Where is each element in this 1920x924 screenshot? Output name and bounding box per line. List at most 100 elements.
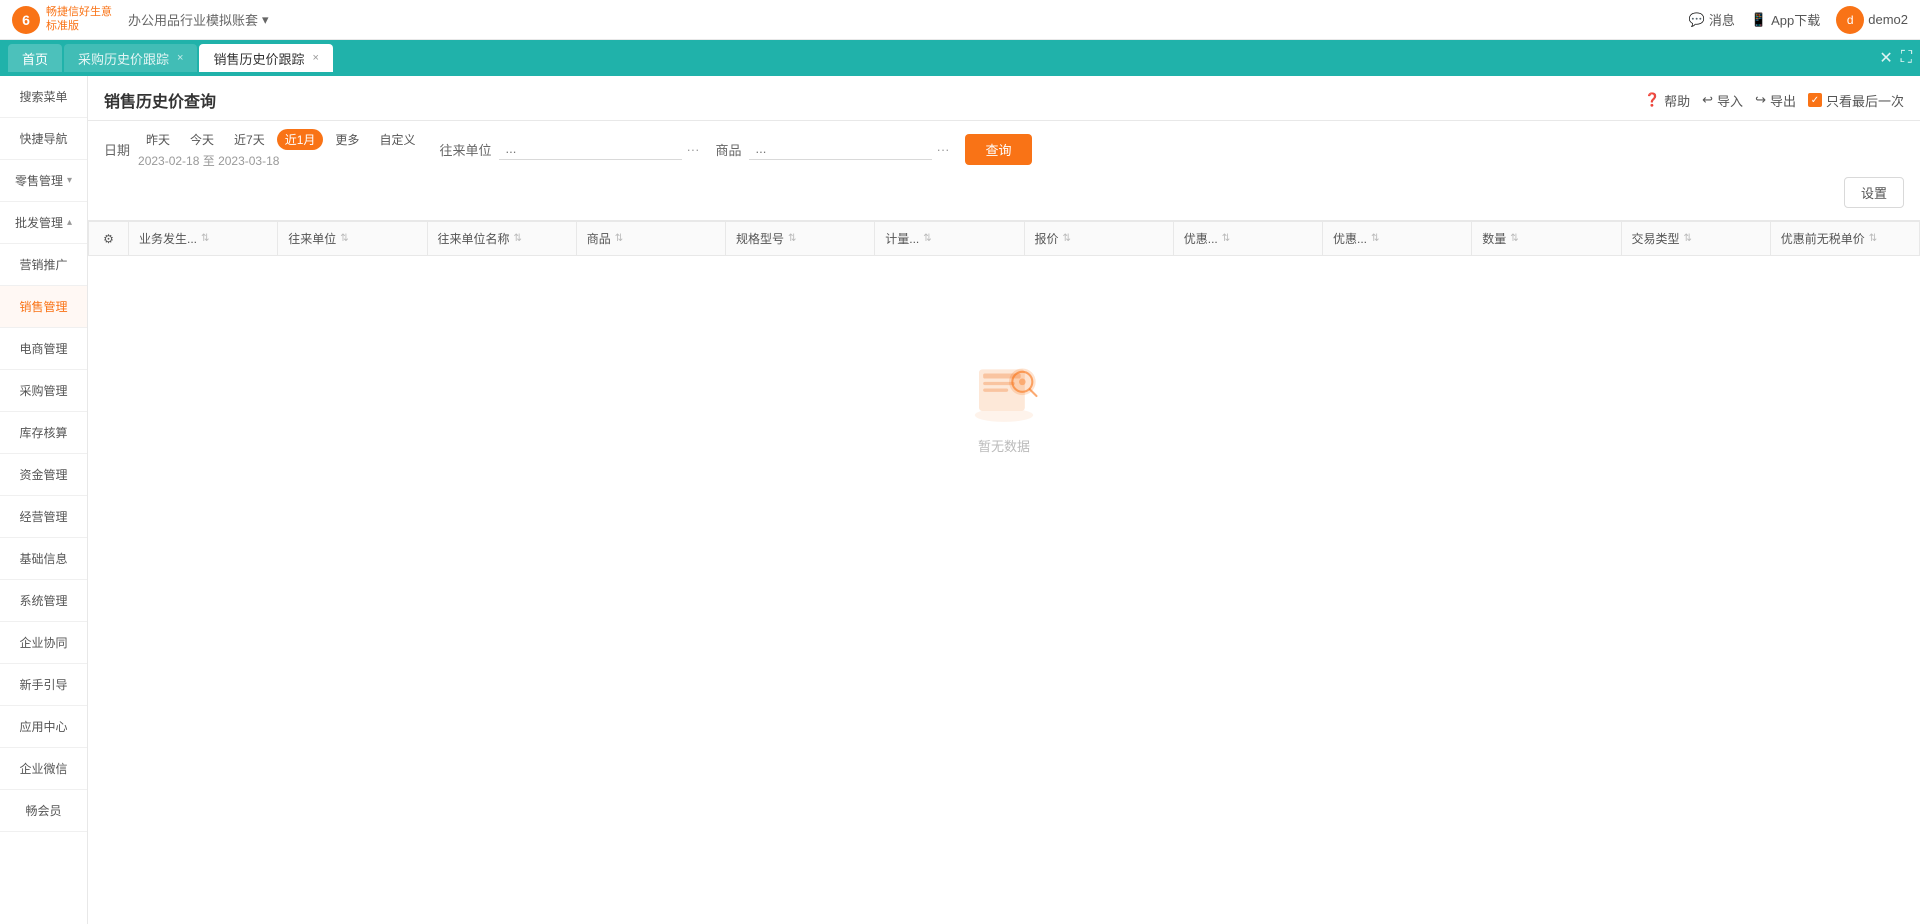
sidebar-item-sales[interactable]: 销售管理 bbox=[0, 286, 87, 328]
th-unit[interactable]: 计量...⇅ bbox=[875, 222, 1024, 256]
sidebar-item-member[interactable]: 畅会员 bbox=[0, 790, 87, 832]
content-area: 销售历史价查询 ❓ 帮助 ↩ 导入 ↪ 导出 ✓ 只看最后一次 bbox=[88, 76, 1920, 924]
th-quote[interactable]: 报价⇅ bbox=[1024, 222, 1173, 256]
tab-bar: 首页 采购历史价跟踪 × 销售历史价跟踪 × ✕ ⛶ bbox=[0, 40, 1920, 76]
help-label: 帮助 bbox=[1664, 91, 1690, 110]
empty-icon bbox=[954, 336, 1054, 436]
partner-input[interactable] bbox=[499, 138, 682, 160]
date-tab-1month[interactable]: 近1月 bbox=[277, 129, 324, 150]
export-btn[interactable]: ↪ 导出 bbox=[1755, 91, 1796, 110]
sales-label: 销售管理 bbox=[19, 298, 67, 315]
member-label: 畅会员 bbox=[25, 802, 61, 819]
sidebar-item-basic-info[interactable]: 基础信息 bbox=[0, 538, 87, 580]
tab-close-all-icon[interactable]: ✕ bbox=[1879, 48, 1892, 68]
only-last-checkbox[interactable]: ✓ bbox=[1808, 93, 1822, 107]
th-partner-code[interactable]: 往来单位⇅ bbox=[278, 222, 427, 256]
sort-icon-unit: ⇅ bbox=[923, 233, 931, 244]
th-settings[interactable]: ⚙ bbox=[89, 222, 129, 256]
tab-maximize-icon[interactable]: ⛶ bbox=[1901, 49, 1912, 67]
filter-second-row: 设置 bbox=[104, 177, 1904, 208]
download-icon: 📱 bbox=[1751, 12, 1767, 28]
sidebar-item-marketing[interactable]: 营销推广 bbox=[0, 244, 87, 286]
th-discount1[interactable]: 优惠...⇅ bbox=[1173, 222, 1322, 256]
th-goods[interactable]: 商品⇅ bbox=[576, 222, 725, 256]
logo-area: 6 畅捷信好生意 标准版 bbox=[12, 6, 112, 34]
sidebar-item-wholesale[interactable]: 批发管理 ▴ bbox=[0, 202, 87, 244]
page-actions: ❓ 帮助 ↩ 导入 ↪ 导出 ✓ 只看最后一次 bbox=[1644, 91, 1904, 110]
partner-input-wrapper: ··· bbox=[499, 138, 699, 160]
sort-icon-pretax: ⇅ bbox=[1869, 233, 1877, 244]
sidebar-item-ecommerce[interactable]: 电商管理 bbox=[0, 328, 87, 370]
import-icon: ↩ bbox=[1702, 92, 1713, 108]
dropdown-icon: ▾ bbox=[262, 12, 269, 28]
date-tab-more[interactable]: 更多 bbox=[327, 129, 367, 150]
sidebar-item-finance[interactable]: 资金管理 bbox=[0, 454, 87, 496]
th-transaction-type[interactable]: 交易类型⇅ bbox=[1621, 222, 1770, 256]
page-header: 销售历史价查询 ❓ 帮助 ↩ 导入 ↪ 导出 ✓ 只看最后一次 bbox=[88, 76, 1920, 121]
sidebar: 搜索菜单 快捷导航 零售管理 ▾ 批发管理 ▴ 营销推广 销售管理 电商管理 采… bbox=[0, 76, 88, 924]
th-discount2[interactable]: 优惠...⇅ bbox=[1323, 222, 1472, 256]
date-tab-yesterday[interactable]: 昨天 bbox=[138, 129, 178, 150]
inventory-label: 库存核算 bbox=[19, 424, 67, 441]
th-pretax-price[interactable]: 优惠前无税单价⇅ bbox=[1770, 222, 1919, 256]
main-layout: 搜索菜单 快捷导航 零售管理 ▾ 批发管理 ▴ 营销推广 销售管理 电商管理 采… bbox=[0, 76, 1920, 924]
sidebar-item-app-center[interactable]: 应用中心 bbox=[0, 706, 87, 748]
th-quantity[interactable]: 数量⇅ bbox=[1472, 222, 1621, 256]
goods-input[interactable] bbox=[749, 138, 932, 160]
tab-purchase-close[interactable]: × bbox=[177, 52, 183, 64]
app-center-label: 应用中心 bbox=[19, 718, 67, 735]
app-name: 办公用品行业模拟账套 bbox=[128, 10, 258, 29]
date-tabs-row: 昨天 今天 近7天 近1月 更多 自定义 bbox=[138, 129, 423, 150]
tab-sales-history[interactable]: 销售历史价跟踪 × bbox=[199, 44, 332, 72]
sort-icon-quote: ⇅ bbox=[1063, 233, 1071, 244]
only-last-label: 只看最后一次 bbox=[1826, 91, 1904, 110]
only-last-checkbox-label[interactable]: ✓ 只看最后一次 bbox=[1808, 91, 1904, 110]
sidebar-item-beginner[interactable]: 新手引导 bbox=[0, 664, 87, 706]
sort-icon-quantity: ⇅ bbox=[1510, 233, 1518, 244]
tab-home[interactable]: 首页 bbox=[8, 44, 62, 72]
sidebar-item-purchase[interactable]: 采购管理 bbox=[0, 370, 87, 412]
sidebar-item-search-menu[interactable]: 搜索菜单 bbox=[0, 76, 87, 118]
tab-purchase-history[interactable]: 采购历史价跟踪 × bbox=[64, 44, 197, 72]
enterprise-collab-label: 企业协同 bbox=[19, 634, 67, 651]
app-download-btn[interactable]: 📱 App下载 bbox=[1751, 10, 1820, 29]
table-header-row: ⚙ 业务发生...⇅ 往来单位⇅ 往来单位名称⇅ 商品⇅ bbox=[89, 222, 1920, 256]
goods-label: 商品 bbox=[715, 140, 741, 159]
operations-label: 经营管理 bbox=[19, 508, 67, 525]
date-label: 日期 bbox=[104, 140, 130, 159]
help-icon: ❓ bbox=[1644, 92, 1660, 108]
sidebar-item-inventory[interactable]: 库存核算 bbox=[0, 412, 87, 454]
date-tab-custom[interactable]: 自定义 bbox=[371, 129, 423, 150]
message-label: 消息 bbox=[1709, 10, 1735, 29]
help-btn[interactable]: ❓ 帮助 bbox=[1644, 91, 1690, 110]
settings-button[interactable]: 设置 bbox=[1844, 177, 1904, 208]
purchase-label: 采购管理 bbox=[19, 382, 67, 399]
empty-text: 暂无数据 bbox=[978, 436, 1030, 455]
th-spec[interactable]: 规格型号⇅ bbox=[726, 222, 875, 256]
goods-dots-btn[interactable]: ··· bbox=[936, 142, 949, 157]
app-selector[interactable]: 办公用品行业模拟账套 ▾ bbox=[120, 6, 277, 33]
date-tab-today[interactable]: 今天 bbox=[182, 129, 222, 150]
table-container: ⚙ 业务发生...⇅ 往来单位⇅ 往来单位名称⇅ 商品⇅ bbox=[88, 221, 1920, 924]
th-date[interactable]: 业务发生...⇅ bbox=[129, 222, 278, 256]
search-menu-label: 搜索菜单 bbox=[19, 88, 67, 105]
user-area[interactable]: d demo2 bbox=[1836, 6, 1908, 34]
sidebar-item-retail[interactable]: 零售管理 ▾ bbox=[0, 160, 87, 202]
enterprise-wechat-label: 企业微信 bbox=[19, 760, 67, 777]
sidebar-item-system[interactable]: 系统管理 bbox=[0, 580, 87, 622]
message-btn[interactable]: 💬 消息 bbox=[1689, 10, 1735, 29]
sidebar-item-quick-nav[interactable]: 快捷导航 bbox=[0, 118, 87, 160]
sidebar-item-enterprise-wechat[interactable]: 企业微信 bbox=[0, 748, 87, 790]
finance-label: 资金管理 bbox=[19, 466, 67, 483]
search-button[interactable]: 查询 bbox=[965, 134, 1031, 165]
ecommerce-label: 电商管理 bbox=[19, 340, 67, 357]
sidebar-item-enterprise-collab[interactable]: 企业协同 bbox=[0, 622, 87, 664]
logo-text: 畅捷信好生意 标准版 bbox=[46, 6, 112, 32]
th-partner-name[interactable]: 往来单位名称⇅ bbox=[427, 222, 576, 256]
date-tab-7days[interactable]: 近7天 bbox=[226, 129, 273, 150]
sidebar-item-operations[interactable]: 经营管理 bbox=[0, 496, 87, 538]
tab-bar-actions: ✕ ⛶ bbox=[1879, 48, 1912, 68]
partner-dots-btn[interactable]: ··· bbox=[686, 142, 699, 157]
import-btn[interactable]: ↩ 导入 bbox=[1702, 91, 1743, 110]
tab-sales-close[interactable]: × bbox=[312, 52, 318, 64]
